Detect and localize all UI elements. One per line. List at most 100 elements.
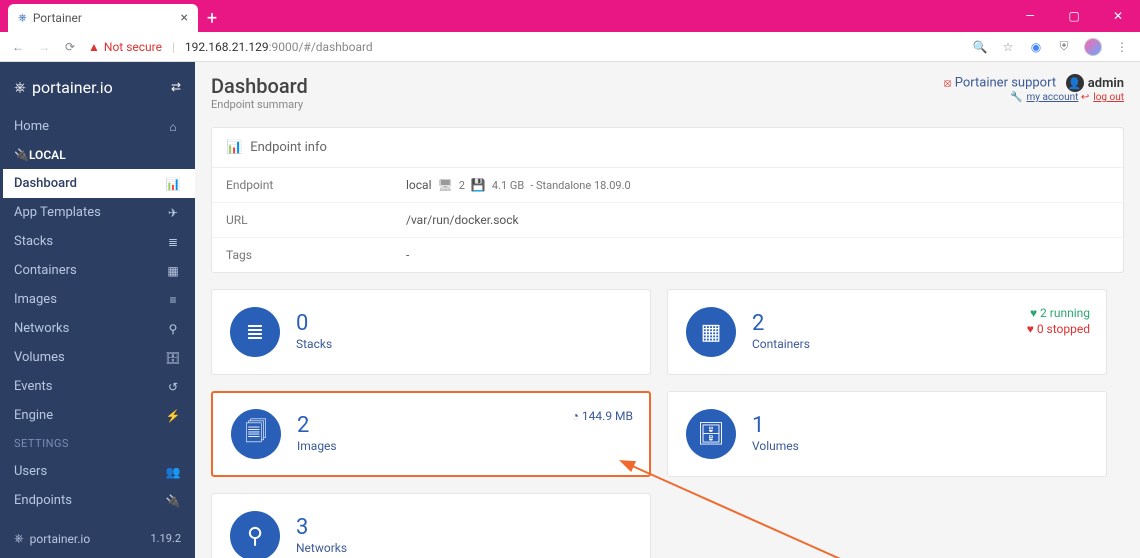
networks-label: Networks — [296, 541, 347, 555]
networks-icon: ⚲ — [165, 322, 181, 336]
endpoint-name-value: local — [406, 178, 432, 192]
footer-brand: portainer.io — [30, 532, 91, 546]
row-label: Tags — [226, 248, 406, 262]
sidebar-item-label: Dashboard — [14, 176, 77, 191]
images-label: Images — [297, 439, 337, 453]
sidebar-item-containers[interactable]: Containers ▦ — [0, 256, 195, 285]
user-icon: 👤 — [1066, 74, 1084, 92]
row-label: Endpoint — [226, 178, 406, 192]
templates-icon: ✈ — [165, 206, 181, 220]
user-chip[interactable]: 👤 admin — [1066, 74, 1124, 92]
stacks-icon: ≣ — [230, 307, 280, 357]
search-icon[interactable]: 🔍 — [972, 39, 988, 55]
endpoint-name: LOCAL — [29, 148, 66, 162]
url-path: :9000/#/dashboard — [269, 40, 373, 54]
shield-icon[interactable]: ⛨ — [1056, 39, 1072, 55]
sidebar-footer: ⎈ portainer.io 1.19.2 — [0, 519, 195, 558]
collapse-icon[interactable]: ⇄ — [171, 80, 181, 94]
browser-titlebar: ⎈ Portainer × + — ▢ ✕ — [0, 0, 1140, 32]
tile-images[interactable]: 🗐 2 Images ◔ 144.9 MB — [211, 391, 651, 477]
memory-icon: 💾 — [471, 178, 486, 192]
portainer-logo-icon: ⎈ — [14, 78, 26, 96]
tile-networks[interactable]: ⚲ 3 Networks — [211, 493, 651, 558]
minimize-button[interactable]: — — [1008, 0, 1052, 32]
sidebar-menu: Home⌂ 🔌 LOCAL Dashboard📊 App Templates✈ … — [0, 112, 195, 519]
heartbeat-icon: ♥ — [1030, 306, 1037, 320]
tile-containers[interactable]: ▦ 2 Containers ♥ 2 running ♥ 0 stopped — [667, 289, 1107, 375]
brand-logo[interactable]: ⎈ portainer.io ⇄ — [0, 62, 195, 112]
containers-label: Containers — [752, 337, 810, 351]
browser-tab[interactable]: ⎈ Portainer × — [8, 4, 198, 32]
portainer-logo-icon: ⎈ — [14, 531, 24, 546]
sidebar-item-label: Images — [14, 292, 57, 307]
dashboard-icon: 📊 — [165, 177, 181, 191]
sidebar-item-label: Users — [14, 464, 47, 479]
logout-icon: ↩ — [1081, 92, 1089, 103]
heartbeat-icon: ♥ — [1027, 322, 1034, 336]
sidebar-item-home[interactable]: Home⌂ — [0, 112, 195, 141]
containers-icon: ▦ — [165, 264, 181, 278]
volumes-count: 1 — [752, 415, 799, 437]
containers-count: 2 — [752, 313, 810, 335]
close-window-button[interactable]: ✕ — [1096, 0, 1140, 32]
info-row-url: URL /var/run/docker.sock — [212, 203, 1123, 238]
stacks-label: Stacks — [296, 337, 332, 351]
volumes-icon: 🗄 — [165, 351, 181, 365]
images-size: 144.9 MB — [582, 409, 633, 423]
sidebar-item-app-templates[interactable]: App Templates✈ — [0, 198, 195, 227]
sidebar-item-engine[interactable]: Engine ⚡ — [0, 401, 195, 430]
my-account-link[interactable]: my account — [1027, 92, 1079, 103]
profile-avatar[interactable] — [1084, 38, 1102, 56]
forward-icon[interactable]: → — [36, 39, 52, 55]
sidebar-item-label: Volumes — [14, 350, 65, 365]
networks-count: 3 — [296, 517, 347, 539]
tile-stacks[interactable]: ≣ 0 Stacks — [211, 289, 651, 375]
sidebar-item-events[interactable]: Events↺ — [0, 372, 195, 401]
main-content: Dashboard Endpoint summary ⦻ Portainer s… — [195, 62, 1140, 558]
sidebar-settings-header: SETTINGS — [0, 430, 195, 457]
username: admin — [1088, 76, 1124, 91]
version-label: 1.19.2 — [150, 532, 181, 545]
disk-icon: ◔ — [572, 409, 579, 423]
star-icon[interactable]: ☆ — [1000, 39, 1016, 55]
not-secure-badge[interactable]: ▲ Not secure — [88, 40, 162, 54]
engine-icon: ⚡ — [165, 409, 181, 423]
support-link[interactable]: Portainer support — [955, 76, 1056, 91]
sidebar-item-label: Containers — [14, 263, 77, 278]
new-tab-button[interactable]: + — [198, 4, 226, 32]
support-icon: ⦻ — [944, 76, 952, 90]
sidebar-item-stacks[interactable]: Stacks≣ — [0, 227, 195, 256]
sidebar-item-endpoints[interactable]: Endpoints🔌 — [0, 486, 195, 515]
menu-icon[interactable]: ⋮ — [1114, 39, 1130, 55]
log-out-link[interactable]: log out — [1093, 92, 1124, 103]
cpu-icon: 🖥 — [438, 178, 453, 192]
sidebar-item-images[interactable]: Images ≡ — [0, 285, 195, 314]
networks-icon: ⚲ — [230, 511, 280, 558]
back-icon[interactable]: ← — [10, 39, 26, 55]
sidebar-item-dashboard[interactable]: Dashboard 📊 — [0, 169, 195, 198]
panel-title: Endpoint info — [250, 140, 327, 155]
sidebar-item-networks[interactable]: Networks ⚲ — [0, 314, 195, 343]
extension-icon[interactable]: ◉ — [1028, 39, 1044, 55]
containers-icon: ▦ — [686, 307, 736, 357]
volumes-icon: 🗄 — [686, 409, 736, 459]
maximize-button[interactable]: ▢ — [1052, 0, 1096, 32]
stacks-count: 0 — [296, 313, 332, 335]
sidebar-item-users[interactable]: Users👥 — [0, 457, 195, 486]
url-display[interactable]: 192.168.21.129:9000/#/dashboard — [185, 40, 373, 54]
brand-name: portainer.io — [32, 78, 113, 97]
url-host: 192.168.21.129 — [185, 40, 269, 54]
info-row-endpoint: Endpoint local 🖥2 💾4.1 GB - Standalone 1… — [212, 168, 1123, 203]
warning-icon: ▲ — [88, 40, 100, 54]
images-icon: ≡ — [165, 293, 181, 307]
reload-icon[interactable]: ⟳ — [62, 39, 78, 55]
info-row-tags: Tags - — [212, 238, 1123, 272]
url-value: /var/run/docker.sock — [406, 213, 1109, 227]
sidebar-item-label: Networks — [14, 321, 69, 336]
sidebar-item-volumes[interactable]: Volumes 🗄 — [0, 343, 195, 372]
stacks-icon: ≣ — [165, 235, 181, 249]
close-icon[interactable]: × — [181, 10, 188, 26]
sidebar-item-label: Engine — [14, 408, 53, 423]
panel-header: 📊 Endpoint info — [212, 128, 1123, 168]
tile-volumes[interactable]: 🗄 1 Volumes — [667, 391, 1107, 477]
